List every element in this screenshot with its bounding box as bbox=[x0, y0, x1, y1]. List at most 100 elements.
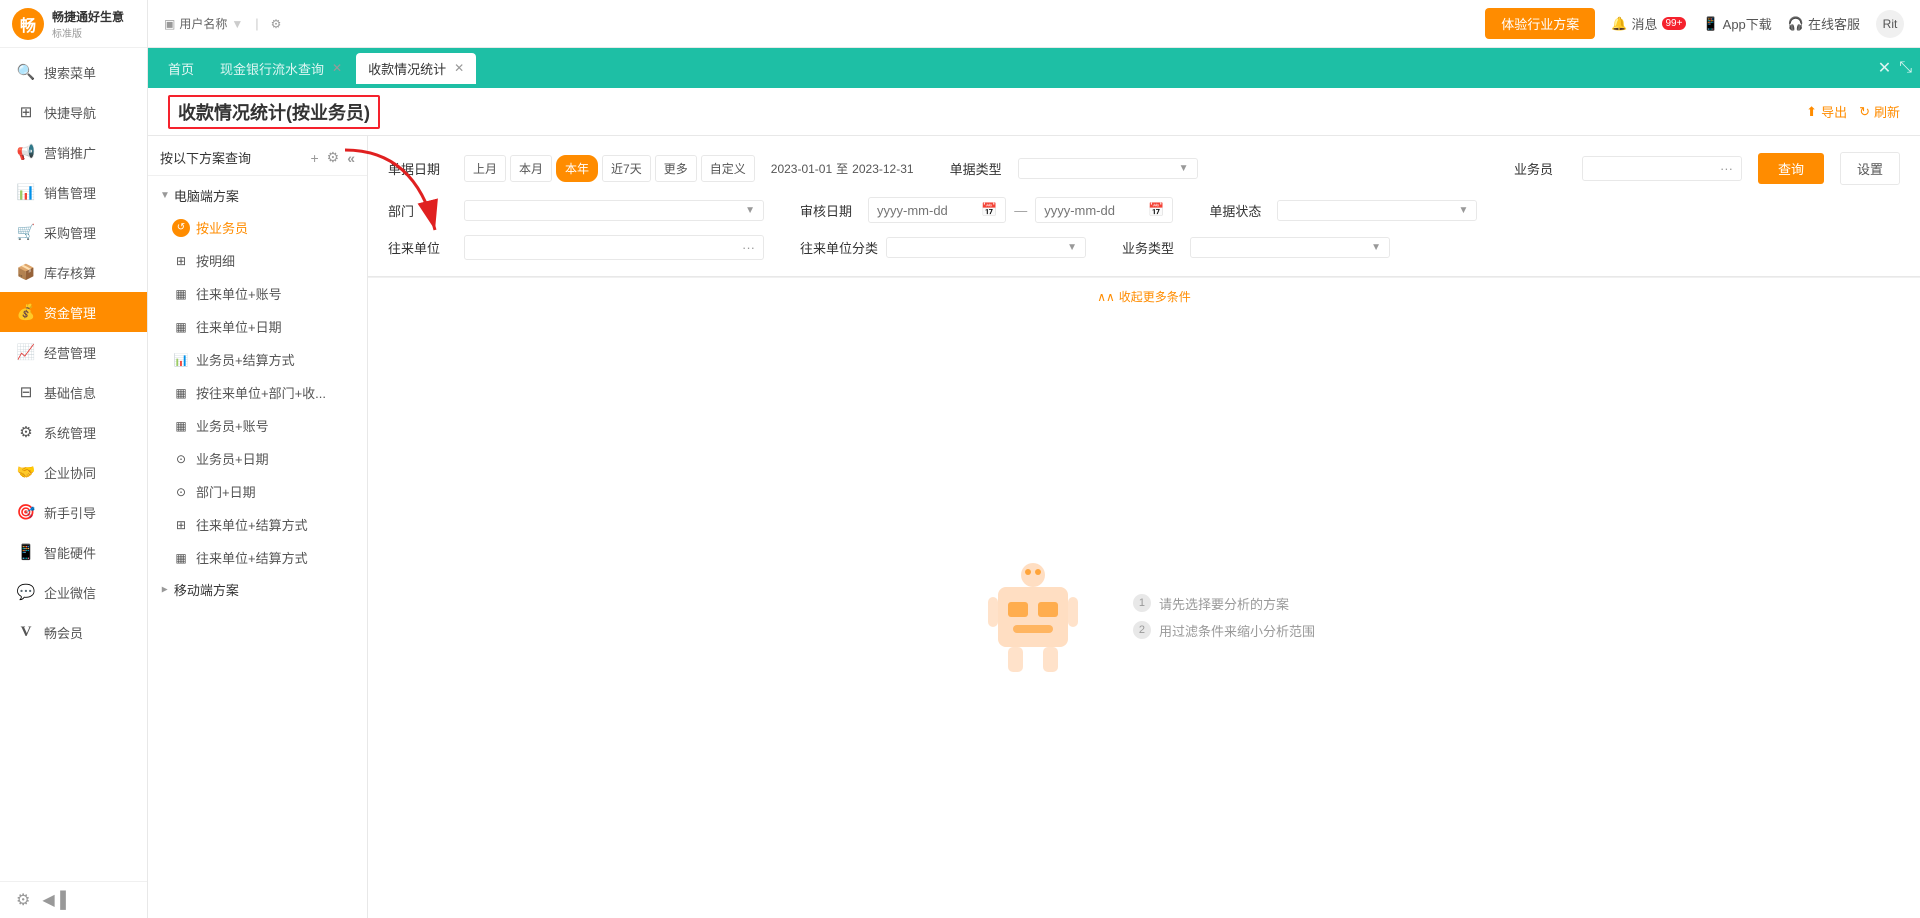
tree-list: ▼ 电脑端方案 ↺ 按业务员 ⊞ 按明细 ▦ 往来单位+账号 bbox=[148, 176, 367, 918]
tree-item-by-salesperson-date[interactable]: ⊙ 业务员+日期 bbox=[148, 442, 367, 475]
inventory-icon: 📦 bbox=[16, 262, 36, 282]
tree-item-by-salesperson-account[interactable]: ▦ 业务员+账号 bbox=[148, 409, 367, 442]
document-status-label: 单据状态 bbox=[1209, 201, 1269, 220]
last7-btn[interactable]: 近7天 bbox=[602, 155, 651, 182]
tree-item-by-salesperson[interactable]: ↺ 按业务员 bbox=[148, 211, 367, 244]
counterparty-select[interactable]: ··· bbox=[464, 235, 764, 260]
system-icon: ⚙ bbox=[16, 422, 36, 442]
sidebar-item-marketing[interactable]: 📢 营销推广 bbox=[0, 132, 147, 172]
custom-date-btn[interactable]: 自定义 bbox=[701, 155, 755, 182]
more-icon: ··· bbox=[1720, 161, 1733, 176]
tree-item-by-unit-settlement2[interactable]: ▦ 往来单位+结算方式 bbox=[148, 541, 367, 574]
notification-action[interactable]: 🔔 消息 99+ bbox=[1611, 14, 1686, 33]
tree-item-by-detail[interactable]: ⊞ 按明细 bbox=[148, 244, 367, 277]
business-type-select[interactable]: ▼ bbox=[1190, 237, 1390, 258]
sidebar-item-system[interactable]: ⚙ 系统管理 bbox=[0, 412, 147, 452]
sidebar-item-purchase[interactable]: 🛒 采购管理 bbox=[0, 212, 147, 252]
header-left: ▣ 用户名称 ▼ | ⚙ bbox=[164, 15, 281, 32]
review-date-from-input[interactable] bbox=[877, 203, 977, 218]
this-month-btn[interactable]: 本月 bbox=[510, 155, 552, 182]
sidebar-item-enterprise[interactable]: 🤝 企业协同 bbox=[0, 452, 147, 492]
salesperson-select[interactable]: ··· bbox=[1582, 156, 1742, 181]
user-dropdown-icon[interactable]: ▼ bbox=[231, 17, 243, 31]
table-icon-2: ▦ bbox=[172, 318, 190, 336]
add-scheme-icon[interactable]: + bbox=[310, 150, 318, 166]
prev-month-btn[interactable]: 上月 bbox=[464, 155, 506, 182]
collapse-btn-text: 收起更多条件 bbox=[1119, 288, 1191, 305]
grid-icon-2: ⊞ bbox=[172, 516, 190, 534]
tab-collection-stats-close[interactable]: ✕ bbox=[454, 61, 464, 75]
app-download-action[interactable]: 📱 App下载 bbox=[1702, 14, 1771, 33]
department-chevron: ▼ bbox=[745, 205, 755, 216]
tree-item-by-dept-date[interactable]: ⊙ 部门+日期 bbox=[148, 475, 367, 508]
clock-icon-2: ⊙ bbox=[172, 483, 190, 501]
tree-item-by-unit-date[interactable]: ▦ 往来单位+日期 bbox=[148, 310, 367, 343]
tree-item-by-salesperson-settlement[interactable]: 📊 业务员+结算方式 bbox=[148, 343, 367, 376]
tree-item-by-unit-settlement1[interactable]: ⊞ 往来单位+结算方式 bbox=[148, 508, 367, 541]
step-num-2: 2 bbox=[1133, 621, 1151, 639]
date-buttons-group: 上月 本月 本年 近7天 更多 自定义 bbox=[464, 155, 755, 182]
logo-text: 畅捷通好生意 标准版 bbox=[52, 8, 124, 40]
table-icon-1: ▦ bbox=[172, 285, 190, 303]
tab-bank-flow[interactable]: 现金银行流水查询 ✕ bbox=[208, 53, 354, 84]
collapse-panel-icon[interactable]: « bbox=[347, 150, 355, 166]
tab-bank-flow-close[interactable]: ✕ bbox=[332, 61, 342, 75]
purchase-icon: 🛒 bbox=[16, 222, 36, 242]
document-type-chevron: ▼ bbox=[1179, 163, 1189, 174]
collapse-sidebar-icon[interactable]: ◀▐ bbox=[42, 890, 66, 910]
sidebar-item-quick-nav[interactable]: ⊞ 快捷导航 bbox=[0, 92, 147, 132]
query-button[interactable]: 查询 bbox=[1758, 153, 1824, 184]
content-wrapper: 按以下方案查询 + ⚙ « ▼ 电脑端方案 ↺ bbox=[148, 136, 1920, 918]
settings-button[interactable]: 设置 bbox=[1840, 152, 1900, 185]
trial-button[interactable]: 体验行业方案 bbox=[1485, 8, 1595, 39]
export-button[interactable]: ⬆ 导出 bbox=[1806, 102, 1847, 121]
department-select[interactable]: ▼ bbox=[464, 200, 764, 221]
scheme-settings-icon[interactable]: ⚙ bbox=[327, 149, 340, 166]
app-download-icon: 📱 bbox=[1702, 16, 1718, 32]
sidebar-logo: 畅 畅捷通好生意 标准版 bbox=[0, 0, 147, 48]
refresh-button[interactable]: ↻ 刷新 bbox=[1859, 102, 1900, 121]
sidebar-item-hardware[interactable]: 📱 智能硬件 bbox=[0, 532, 147, 572]
tree-item-by-unit-account[interactable]: ▦ 往来单位+账号 bbox=[148, 277, 367, 310]
wechat-icon: 💬 bbox=[16, 582, 36, 602]
review-date-from[interactable]: 📅 bbox=[868, 197, 1006, 223]
counterparty-label: 往来单位 bbox=[388, 238, 448, 257]
main-area: ▣ 用户名称 ▼ | ⚙ 体验行业方案 🔔 消息 99+ 📱 App下载 🎧 在… bbox=[148, 0, 1920, 918]
this-year-btn[interactable]: 本年 bbox=[556, 155, 598, 182]
sidebar-item-basic[interactable]: ⊟ 基础信息 bbox=[0, 372, 147, 412]
sidebar-item-wechat[interactable]: 💬 企业微信 bbox=[0, 572, 147, 612]
review-date-to-input[interactable] bbox=[1044, 203, 1144, 218]
tab-maximize-icon[interactable]: ⤡ bbox=[1899, 59, 1912, 77]
collapse-bar[interactable]: ∧∧ 收起更多条件 bbox=[368, 277, 1920, 315]
tab-collection-stats[interactable]: 收款情况统计 ✕ bbox=[356, 53, 476, 84]
user-profile-action[interactable]: Rit bbox=[1876, 10, 1904, 38]
tree-section-desktop[interactable]: ▼ 电脑端方案 bbox=[148, 180, 367, 211]
document-type-select[interactable]: ▼ bbox=[1018, 158, 1198, 179]
tree-item-by-unit-dept[interactable]: ▦ 按往来单位+部门+收... bbox=[148, 376, 367, 409]
settings-bottom-icon[interactable]: ⚙ bbox=[16, 890, 30, 910]
calendar-icon-2: 📅 bbox=[1148, 202, 1164, 218]
data-area: 1 请先选择要分析的方案 2 用过滤条件来缩小分析范围 bbox=[368, 315, 1920, 918]
more-date-btn[interactable]: 更多 bbox=[655, 155, 697, 182]
counterparty-category-select[interactable]: ▼ bbox=[886, 237, 1086, 258]
tree-section-mobile[interactable]: ▼ 移动端方案 bbox=[148, 574, 367, 605]
sidebar-item-search[interactable]: 🔍 搜索菜单 bbox=[0, 52, 147, 92]
tab-minimize-icon[interactable]: ✕ bbox=[1878, 58, 1891, 78]
logo-icon: 畅 bbox=[12, 8, 44, 40]
sidebar-item-sales[interactable]: 📊 销售管理 bbox=[0, 172, 147, 212]
sidebar-bottom: ⚙ ◀▐ bbox=[0, 881, 147, 918]
sidebar-item-inventory[interactable]: 📦 库存核算 bbox=[0, 252, 147, 292]
settings-header-icon[interactable]: ⚙ bbox=[271, 17, 282, 31]
document-status-select[interactable]: ▼ bbox=[1277, 200, 1477, 221]
sidebar-item-operation[interactable]: 📈 经营管理 bbox=[0, 332, 147, 372]
tab-home[interactable]: 首页 bbox=[156, 53, 206, 84]
review-date-to[interactable]: 📅 bbox=[1035, 197, 1173, 223]
date-dash: — bbox=[1014, 203, 1027, 218]
sidebar-item-guide[interactable]: 🎯 新手引导 bbox=[0, 492, 147, 532]
sidebar-item-member[interactable]: V 畅会员 bbox=[0, 612, 147, 652]
sidebar-nav: 🔍 搜索菜单 ⊞ 快捷导航 📢 营销推广 📊 销售管理 🛒 采购管理 📦 库存核… bbox=[0, 48, 147, 881]
left-panel-title: 按以下方案查询 bbox=[160, 148, 251, 167]
table-icon-4: ▦ bbox=[172, 417, 190, 435]
online-service-action[interactable]: 🎧 在线客服 bbox=[1788, 14, 1860, 33]
sidebar-item-finance[interactable]: 💰 资金管理 bbox=[0, 292, 147, 332]
